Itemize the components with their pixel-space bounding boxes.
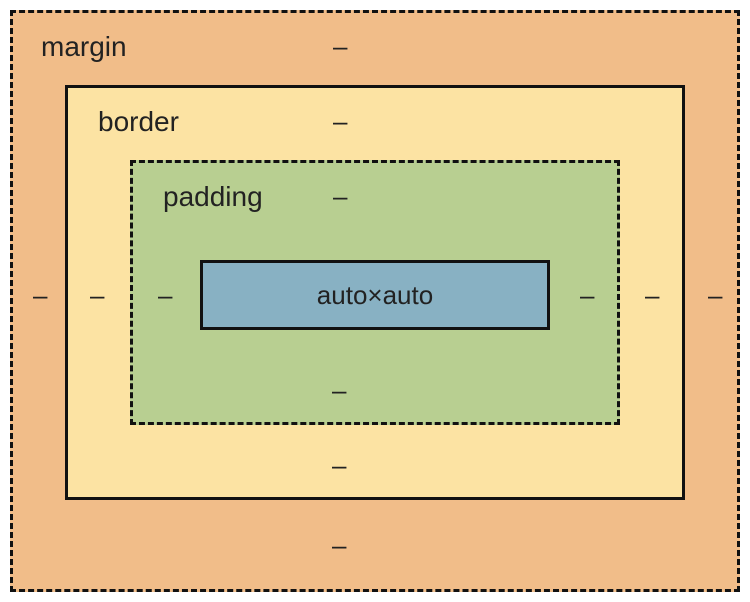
margin-label: margin [41,31,127,63]
padding-top-value: – [333,181,347,212]
padding-bottom-value: – [332,375,346,406]
margin-left-value: – [33,280,47,311]
margin-top-value: – [333,31,347,62]
border-left-value: – [90,280,104,311]
padding-right-value: – [580,280,594,311]
padding-left-value: – [158,280,172,311]
content-dimensions: auto×auto [317,280,433,311]
border-bottom-value: – [332,450,346,481]
margin-right-value: – [708,280,722,311]
border-right-value: – [645,280,659,311]
content-box: auto×auto [200,260,550,330]
padding-label: padding [163,181,263,213]
box-model-diagram: margin – border – padding – auto×auto – … [0,0,750,602]
margin-bottom-value: – [332,530,346,561]
border-label: border [98,106,179,138]
border-top-value: – [333,106,347,137]
